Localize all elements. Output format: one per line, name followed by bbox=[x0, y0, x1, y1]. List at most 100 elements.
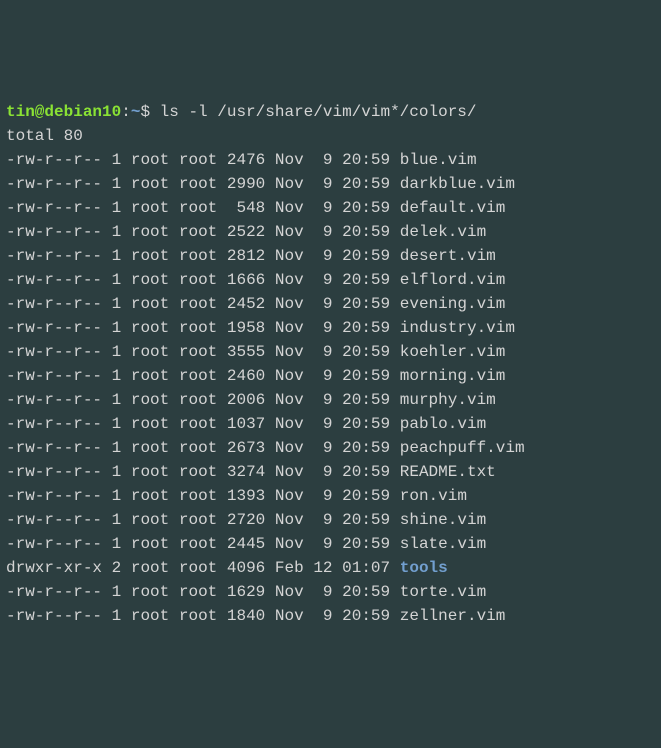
file-links: 1 bbox=[112, 511, 122, 529]
file-group: root bbox=[179, 343, 217, 361]
file-owner: root bbox=[131, 511, 169, 529]
file-entry: -rw-r--r-- 1 root root 1037 Nov 9 20:59 … bbox=[6, 412, 655, 436]
file-size: 1958 bbox=[227, 319, 265, 337]
file-day: 9 bbox=[313, 223, 332, 241]
file-time: 20:59 bbox=[342, 151, 390, 169]
file-owner: root bbox=[131, 439, 169, 457]
file-day: 9 bbox=[313, 343, 332, 361]
file-name: darkblue.vim bbox=[400, 175, 515, 193]
file-entry: -rw-r--r-- 1 root root 2460 Nov 9 20:59 … bbox=[6, 364, 655, 388]
file-time: 20:59 bbox=[342, 511, 390, 529]
file-day: 9 bbox=[313, 583, 332, 601]
file-size: 4096 bbox=[227, 559, 265, 577]
file-name: slate.vim bbox=[400, 535, 486, 553]
file-owner: root bbox=[131, 319, 169, 337]
file-time: 20:59 bbox=[342, 343, 390, 361]
file-group: root bbox=[179, 439, 217, 457]
file-links: 1 bbox=[112, 583, 122, 601]
file-name: morning.vim bbox=[400, 367, 506, 385]
file-entry: -rw-r--r-- 1 root root 1666 Nov 9 20:59 … bbox=[6, 268, 655, 292]
file-entry: -rw-r--r-- 1 root root 3274 Nov 9 20:59 … bbox=[6, 460, 655, 484]
file-entry: -rw-r--r-- 1 root root 2720 Nov 9 20:59 … bbox=[6, 508, 655, 532]
file-name: tools bbox=[400, 559, 448, 577]
file-group: root bbox=[179, 559, 217, 577]
file-name: zellner.vim bbox=[400, 607, 506, 625]
file-size: 1840 bbox=[227, 607, 265, 625]
file-perms: -rw-r--r-- bbox=[6, 175, 102, 193]
file-name: peachpuff.vim bbox=[400, 439, 525, 457]
file-group: root bbox=[179, 199, 217, 217]
file-perms: -rw-r--r-- bbox=[6, 391, 102, 409]
file-group: root bbox=[179, 295, 217, 313]
file-month: Nov bbox=[275, 487, 304, 505]
file-size: 2720 bbox=[227, 511, 265, 529]
file-month: Nov bbox=[275, 463, 304, 481]
file-perms: -rw-r--r-- bbox=[6, 511, 102, 529]
file-day: 9 bbox=[313, 199, 332, 217]
file-entry: -rw-r--r-- 1 root root 1840 Nov 9 20:59 … bbox=[6, 604, 655, 628]
file-perms: -rw-r--r-- bbox=[6, 367, 102, 385]
file-group: root bbox=[179, 487, 217, 505]
file-name: koehler.vim bbox=[400, 343, 506, 361]
file-name: industry.vim bbox=[400, 319, 515, 337]
file-day: 9 bbox=[313, 247, 332, 265]
file-entry: -rw-r--r-- 1 root root 1393 Nov 9 20:59 … bbox=[6, 484, 655, 508]
file-links: 1 bbox=[112, 295, 122, 313]
total-line: total 80 bbox=[6, 124, 655, 148]
file-time: 20:59 bbox=[342, 463, 390, 481]
file-owner: root bbox=[131, 607, 169, 625]
file-group: root bbox=[179, 391, 217, 409]
file-entry: -rw-r--r-- 1 root root 2445 Nov 9 20:59 … bbox=[6, 532, 655, 556]
file-links: 1 bbox=[112, 463, 122, 481]
file-group: root bbox=[179, 223, 217, 241]
file-month: Nov bbox=[275, 391, 304, 409]
file-size: 1666 bbox=[227, 271, 265, 289]
file-owner: root bbox=[131, 487, 169, 505]
file-time: 20:59 bbox=[342, 439, 390, 457]
file-month: Nov bbox=[275, 439, 304, 457]
file-links: 1 bbox=[112, 223, 122, 241]
file-size: 3555 bbox=[227, 343, 265, 361]
file-links: 1 bbox=[112, 391, 122, 409]
file-name: delek.vim bbox=[400, 223, 486, 241]
file-group: root bbox=[179, 415, 217, 433]
file-size: 548 bbox=[227, 199, 265, 217]
file-perms: -rw-r--r-- bbox=[6, 151, 102, 169]
file-owner: root bbox=[131, 295, 169, 313]
file-owner: root bbox=[131, 343, 169, 361]
file-perms: -rw-r--r-- bbox=[6, 487, 102, 505]
file-owner: root bbox=[131, 463, 169, 481]
file-month: Nov bbox=[275, 343, 304, 361]
file-owner: root bbox=[131, 199, 169, 217]
file-day: 9 bbox=[313, 367, 332, 385]
file-links: 1 bbox=[112, 271, 122, 289]
file-day: 9 bbox=[313, 535, 332, 553]
file-day: 12 bbox=[313, 559, 332, 577]
file-size: 2006 bbox=[227, 391, 265, 409]
terminal-output[interactable]: tin@debian10:~$ ls -l /usr/share/vim/vim… bbox=[6, 100, 655, 628]
file-name: blue.vim bbox=[400, 151, 477, 169]
file-day: 9 bbox=[313, 439, 332, 457]
file-links: 1 bbox=[112, 343, 122, 361]
file-time: 20:59 bbox=[342, 391, 390, 409]
file-group: root bbox=[179, 511, 217, 529]
prompt-user-host: tin@debian10 bbox=[6, 103, 121, 121]
file-month: Nov bbox=[275, 247, 304, 265]
file-time: 20:59 bbox=[342, 319, 390, 337]
file-size: 2452 bbox=[227, 295, 265, 313]
file-entry: -rw-r--r-- 1 root root 1958 Nov 9 20:59 … bbox=[6, 316, 655, 340]
file-perms: drwxr-xr-x bbox=[6, 559, 102, 577]
file-perms: -rw-r--r-- bbox=[6, 463, 102, 481]
file-time: 20:59 bbox=[342, 223, 390, 241]
file-time: 20:59 bbox=[342, 271, 390, 289]
file-size: 2990 bbox=[227, 175, 265, 193]
file-day: 9 bbox=[313, 271, 332, 289]
file-month: Nov bbox=[275, 583, 304, 601]
file-time: 20:59 bbox=[342, 487, 390, 505]
file-size: 1037 bbox=[227, 415, 265, 433]
file-month: Nov bbox=[275, 151, 304, 169]
file-month: Feb bbox=[275, 559, 304, 577]
file-size: 2522 bbox=[227, 223, 265, 241]
file-links: 1 bbox=[112, 439, 122, 457]
file-perms: -rw-r--r-- bbox=[6, 271, 102, 289]
